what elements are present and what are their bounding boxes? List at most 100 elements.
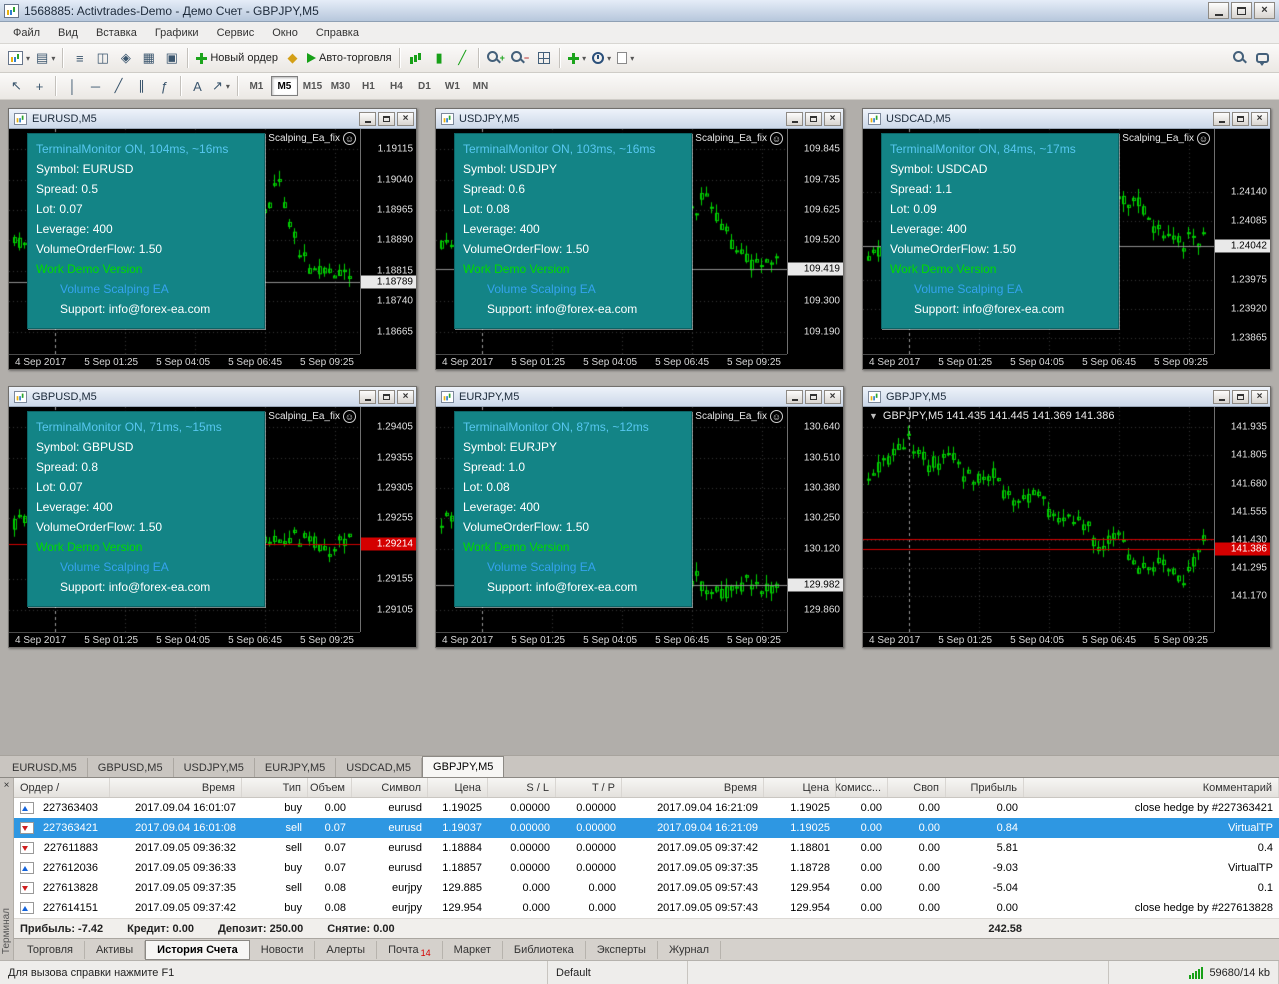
candlestick-chart[interactable] xyxy=(863,407,1214,632)
timeframe-button[interactable]: M30 xyxy=(327,76,354,96)
chart-title-bar[interactable]: EURUSD,M5 × xyxy=(9,109,416,129)
community-button[interactable] xyxy=(1251,47,1274,69)
terminal-tab[interactable]: Почта 14 xyxy=(377,940,443,959)
column-header[interactable]: Цена xyxy=(764,778,836,797)
terminal-tab[interactable]: Эксперты xyxy=(586,940,658,959)
chart-restore-button[interactable] xyxy=(378,389,395,404)
terminal-tab[interactable]: История Счета xyxy=(145,939,250,960)
column-header[interactable]: Объем xyxy=(308,778,352,797)
timeframe-button[interactable]: MN xyxy=(467,76,494,96)
chart-minimize-button[interactable] xyxy=(786,389,803,404)
history-row[interactable]: 227363403 2017.09.04 16:01:07 buy 0.00 e… xyxy=(14,798,1279,818)
column-header[interactable]: Ордер / xyxy=(14,778,110,797)
column-header[interactable]: Комисс... xyxy=(836,778,888,797)
chart-candles-button[interactable]: ▮ xyxy=(428,47,451,69)
chart-close-button[interactable]: × xyxy=(397,111,414,126)
zoom-out-button[interactable]: − xyxy=(508,47,532,69)
timeframe-button[interactable]: H4 xyxy=(383,76,410,96)
chart-tab[interactable]: EURJPY,M5 xyxy=(255,758,337,777)
channel-button[interactable]: ∥ xyxy=(130,75,153,97)
menu-view[interactable]: Вид xyxy=(49,24,87,42)
column-header[interactable]: Прибыль xyxy=(946,778,1024,797)
ea-smiley-icon[interactable]: ☺ xyxy=(770,132,783,145)
terminal-tab[interactable]: Новости xyxy=(250,940,316,959)
chart-close-button[interactable]: × xyxy=(824,111,841,126)
chart-close-button[interactable]: × xyxy=(397,389,414,404)
timeframe-button[interactable]: D1 xyxy=(411,76,438,96)
tile-windows-button[interactable] xyxy=(532,47,555,69)
chart-minimize-button[interactable] xyxy=(786,111,803,126)
terminal-close-button[interactable]: × xyxy=(4,781,10,791)
chart-minimize-button[interactable] xyxy=(1213,111,1230,126)
timeframe-button[interactable]: W1 xyxy=(439,76,466,96)
navigator-button[interactable]: ◈ xyxy=(114,47,137,69)
menu-charts[interactable]: Графики xyxy=(146,24,208,42)
column-header[interactable]: Своп xyxy=(888,778,946,797)
chart-title-bar[interactable]: USDCAD,M5 × xyxy=(863,109,1270,129)
chart-minimize-button[interactable] xyxy=(359,389,376,404)
fibonacci-button[interactable]: ƒ xyxy=(153,75,176,97)
chart-restore-button[interactable] xyxy=(805,389,822,404)
terminal-tab[interactable]: Алерты xyxy=(315,940,378,959)
chart-tab[interactable]: GBPJPY,M5 xyxy=(422,756,505,777)
chart-title-bar[interactable]: GBPUSD,M5 × xyxy=(9,387,416,407)
autotrade-button[interactable]: Авто-торговля xyxy=(304,47,395,69)
chart-minimize-button[interactable] xyxy=(359,111,376,126)
column-header[interactable]: Символ xyxy=(352,778,428,797)
arrows-tool-button[interactable]: ↗ ▾ xyxy=(209,75,233,97)
chart-restore-button[interactable] xyxy=(378,111,395,126)
chart-restore-button[interactable] xyxy=(805,111,822,126)
menu-file[interactable]: Файл xyxy=(4,24,49,42)
column-header[interactable]: Тип xyxy=(242,778,308,797)
crosshair-button[interactable]: + xyxy=(28,75,51,97)
chart-area[interactable]: ▼ GBPJPY,M5 141.435 141.445 141.369 141.… xyxy=(863,407,1270,647)
chart-line-button[interactable]: ╱ xyxy=(451,47,474,69)
chart-minimize-button[interactable] xyxy=(1213,389,1230,404)
history-row[interactable]: 227613828 2017.09.05 09:37:35 sell 0.08 … xyxy=(14,878,1279,898)
timeframe-button[interactable]: M15 xyxy=(299,76,326,96)
profiles-button[interactable]: ▤ ▾ xyxy=(33,47,58,69)
chart-restore-button[interactable] xyxy=(1232,389,1249,404)
search-button[interactable] xyxy=(1228,47,1251,69)
chart-close-button[interactable]: × xyxy=(1251,111,1268,126)
chart-title-bar[interactable]: EURJPY,M5 × xyxy=(436,387,843,407)
ea-smiley-icon[interactable]: ☺ xyxy=(343,132,356,145)
timeframe-button[interactable]: M1 xyxy=(243,76,270,96)
chart-tab[interactable]: GBPUSD,M5 xyxy=(88,758,174,777)
menu-tools[interactable]: Сервис xyxy=(208,24,264,42)
metaeditor-button[interactable]: ◆ xyxy=(281,47,304,69)
periods-button[interactable]: ▾ xyxy=(589,47,614,69)
history-row[interactable]: 227614151 2017.09.05 09:37:42 buy 0.08 e… xyxy=(14,898,1279,918)
close-button[interactable]: × xyxy=(1254,2,1275,19)
chart-area[interactable]: Scalping_Ea_fix ☺ TerminalMonitor ON, 103… xyxy=(436,129,843,369)
chart-tab[interactable]: USDJPY,M5 xyxy=(174,758,255,777)
terminal-tab[interactable]: Торговля xyxy=(16,940,85,959)
cursor-button[interactable]: ↖ xyxy=(5,75,28,97)
chart-area[interactable]: Scalping_Ea_fix ☺ TerminalMonitor ON, 71m… xyxy=(9,407,416,647)
horizontal-line-button[interactable]: ─ xyxy=(84,75,107,97)
terminal-tab[interactable]: Маркет xyxy=(443,940,503,959)
chart-area[interactable]: Scalping_Ea_fix ☺ TerminalMonitor ON, 87m… xyxy=(436,407,843,647)
zoom-in-button[interactable]: + xyxy=(484,47,508,69)
new-order-button[interactable]: Новый ордер xyxy=(193,47,281,69)
strategy-tester-button[interactable]: ▣ xyxy=(160,47,183,69)
chart-bars-button[interactable] xyxy=(405,47,428,69)
column-header[interactable]: Цена xyxy=(428,778,488,797)
maximize-button[interactable] xyxy=(1231,2,1252,19)
market-watch-button[interactable]: ≡ xyxy=(68,47,91,69)
column-header[interactable]: Время xyxy=(110,778,242,797)
data-window-button[interactable]: ◫ xyxy=(91,47,114,69)
menu-insert[interactable]: Вставка xyxy=(87,24,146,42)
new-chart-button[interactable]: ▾ xyxy=(5,47,33,69)
timeframe-button[interactable]: M5 xyxy=(270,76,298,96)
chart-title-bar[interactable]: GBPJPY,M5 × xyxy=(863,387,1270,407)
status-profile[interactable]: Default xyxy=(548,961,688,984)
column-header[interactable]: Комментарий xyxy=(1024,778,1279,797)
column-header[interactable]: S / L xyxy=(488,778,556,797)
history-row[interactable]: 227611883 2017.09.05 09:36:32 sell 0.07 … xyxy=(14,838,1279,858)
chart-area[interactable]: Scalping_Ea_fix ☺ TerminalMonitor ON, 84m… xyxy=(863,129,1270,369)
indicators-button[interactable]: ▾ xyxy=(565,47,589,69)
menu-window[interactable]: Окно xyxy=(263,24,307,42)
terminal-tab[interactable]: Журнал xyxy=(658,940,722,959)
chart-tab[interactable]: EURUSD,M5 xyxy=(2,758,88,777)
